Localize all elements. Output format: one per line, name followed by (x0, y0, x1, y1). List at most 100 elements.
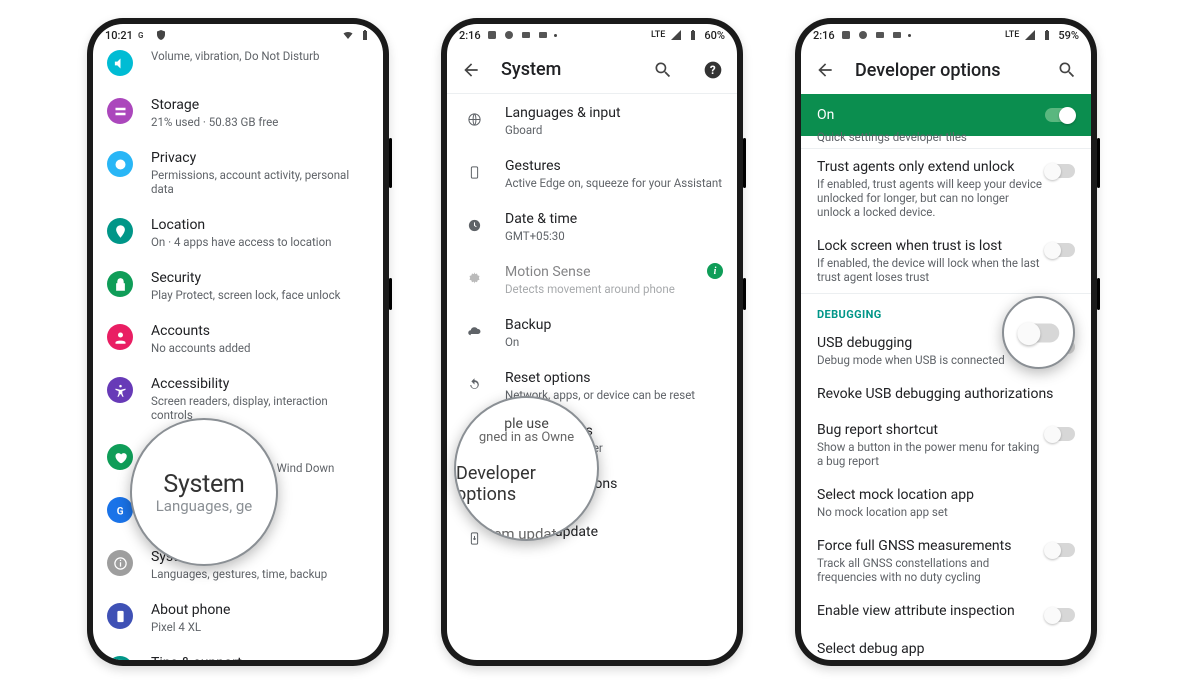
toggle[interactable] (1045, 243, 1075, 257)
toggle[interactable] (1045, 164, 1075, 178)
dev-row-lock-screen-when-trust-is-lost[interactable]: Lock screen when trust is lostIf enabled… (801, 228, 1091, 293)
row-subtitle: GMT+05:30 (505, 229, 723, 243)
phone-system: 2:16 LTE 60% System ? Languages & inputG… (441, 18, 743, 666)
phone-icon (107, 603, 133, 629)
dev-row-enable-view-attribute-inspection[interactable]: Enable view attribute inspection (801, 593, 1091, 631)
row-subtitle: On · 4 apps have access to location (151, 235, 369, 249)
row-subtitle: If enabled, trust agents will keep your … (817, 177, 1045, 219)
svg-text:G: G (138, 31, 144, 40)
wifi-icon (342, 29, 354, 41)
app3-icon (520, 29, 532, 41)
row-title: Security (151, 269, 369, 287)
settings-row-accessibility[interactable]: AccessibilityScreen readers, display, in… (93, 365, 383, 432)
clock: 2:16 (813, 29, 835, 42)
magnifier-usb-toggle (1002, 296, 1075, 369)
battery-pct: 60% (704, 29, 725, 42)
battery-icon (687, 29, 699, 41)
magnified-line: gned in as Owne (479, 430, 574, 445)
storage-icon (107, 98, 133, 124)
app2-icon (503, 29, 515, 41)
volume-button (389, 138, 392, 188)
row-subtitle: Play Protect, screen lock, face unlock (151, 288, 369, 302)
heart-icon (107, 444, 133, 470)
phone-settings: 10:21 G Volume, vibration, Do Not Distur… (87, 18, 389, 666)
system-row-backup[interactable]: BackupOn (447, 306, 737, 359)
toggle[interactable] (1045, 543, 1075, 557)
system-row-date-time[interactable]: Date & timeGMT+05:30 (447, 200, 737, 253)
more-notif-icon (554, 34, 557, 37)
settings-row-sound[interactable]: Volume, vibration, Do Not Disturb (93, 46, 383, 86)
row-title: Revoke USB debugging authorizations (817, 385, 1075, 403)
row-title: Lock screen when trust is lost (817, 237, 1045, 255)
settings-row-location[interactable]: LocationOn · 4 apps have access to locat… (93, 206, 383, 259)
system-row-gestures[interactable]: GesturesActive Edge on, squeeze for your… (447, 147, 737, 200)
master-toggle[interactable] (1045, 108, 1075, 122)
toggle[interactable] (1045, 427, 1075, 441)
status-bar: 2:16 LTE 60% (447, 24, 737, 46)
dev-row-trust-agents-only-extend-unlock[interactable]: Trust agents only extend unlockIf enable… (801, 149, 1091, 228)
app-bar: Developer options (801, 46, 1091, 94)
settings-row-storage[interactable]: Storage21% used · 50.83 GB free (93, 86, 383, 139)
dev-row-revoke-usb-debugging-authorizations[interactable]: Revoke USB debugging authorizations (801, 376, 1091, 412)
back-icon[interactable] (815, 60, 835, 80)
master-toggle-label: On (817, 107, 834, 123)
app3-icon (874, 29, 886, 41)
cutoff-item[interactable]: Quick settings developer tiles (801, 130, 1091, 148)
help-icon[interactable]: ? (703, 60, 723, 80)
row-subtitle: Active Edge on, squeeze for your Assista… (505, 176, 723, 190)
more-notif-icon (908, 34, 911, 37)
dev-row-bug-report-shortcut[interactable]: Bug report shortcutShow a button in the … (801, 412, 1091, 477)
back-icon[interactable] (461, 60, 481, 80)
sound-icon (107, 50, 133, 76)
search-icon[interactable] (653, 60, 673, 80)
google-dot-icon: G (138, 29, 150, 41)
volume-button (1097, 138, 1100, 188)
system-row-motion-sense[interactable]: Motion SenseDetects movement around phon… (447, 253, 737, 306)
row-subtitle: Show a button in the power menu for taki… (817, 440, 1045, 468)
a11y-icon (107, 377, 133, 403)
power-button (1097, 278, 1100, 310)
dev-row-force-full-gnss-measurements[interactable]: Force full GNSS measurementsTrack all GN… (801, 528, 1091, 593)
dev-row-select-debug-app[interactable]: Select debug appNo debug application set (801, 631, 1091, 660)
network-label: LTE (1005, 30, 1019, 40)
row-title: Reset options (505, 369, 723, 387)
status-bar: 10:21 G (93, 24, 383, 46)
magnified-title: System (163, 470, 244, 499)
reset-icon (461, 371, 487, 397)
settings-row-privacy[interactable]: PrivacyPermissions, account activity, pe… (93, 139, 383, 206)
cloud-icon (461, 318, 487, 344)
settings-row-tips-support[interactable]: ?Tips & supportHelp articles, phone & ch… (93, 644, 383, 660)
signal-icon (670, 29, 682, 41)
row-subtitle: Volume, vibration, Do Not Disturb (151, 49, 369, 63)
row-title: Storage (151, 96, 369, 114)
settings-row-accounts[interactable]: AccountsNo accounts added (93, 312, 383, 365)
help-icon: ? (107, 656, 133, 660)
row-subtitle: Detects movement around phone (505, 282, 689, 296)
shield-icon (155, 29, 167, 41)
dev-row-select-mock-location-app[interactable]: Select mock location appNo mock location… (801, 477, 1091, 528)
row-title: Privacy (151, 149, 369, 167)
search-icon[interactable] (1057, 60, 1077, 80)
settings-list[interactable]: Volume, vibration, Do Not Disturb Storage… (93, 46, 383, 660)
row-title: Languages & input (505, 104, 723, 122)
magnified-sub: Languages, ge (156, 497, 253, 515)
app2-icon (857, 29, 869, 41)
row-subtitle: Gboard (505, 123, 723, 137)
row-subtitle: On (505, 335, 723, 349)
settings-row-about-phone[interactable]: About phonePixel 4 XL (93, 591, 383, 644)
clock-icon (461, 212, 487, 238)
update-icon (461, 525, 487, 551)
row-subtitle: No mock location app set (817, 505, 1075, 519)
app1-icon (486, 29, 498, 41)
info-badge-icon[interactable]: i (707, 263, 723, 279)
system-row-languages-input[interactable]: Languages & inputGboard (447, 94, 737, 147)
row-title: Accounts (151, 322, 369, 340)
row-title: Bug report shortcut (817, 421, 1045, 439)
clock: 10:21 (105, 29, 133, 42)
row-title: Gestures (505, 157, 723, 175)
toggle[interactable] (1045, 608, 1075, 622)
battery-icon (359, 29, 371, 41)
settings-row-security[interactable]: SecurityPlay Protect, screen lock, face … (93, 259, 383, 312)
clock: 2:16 (459, 29, 481, 42)
row-title: Tips & support (151, 654, 369, 660)
